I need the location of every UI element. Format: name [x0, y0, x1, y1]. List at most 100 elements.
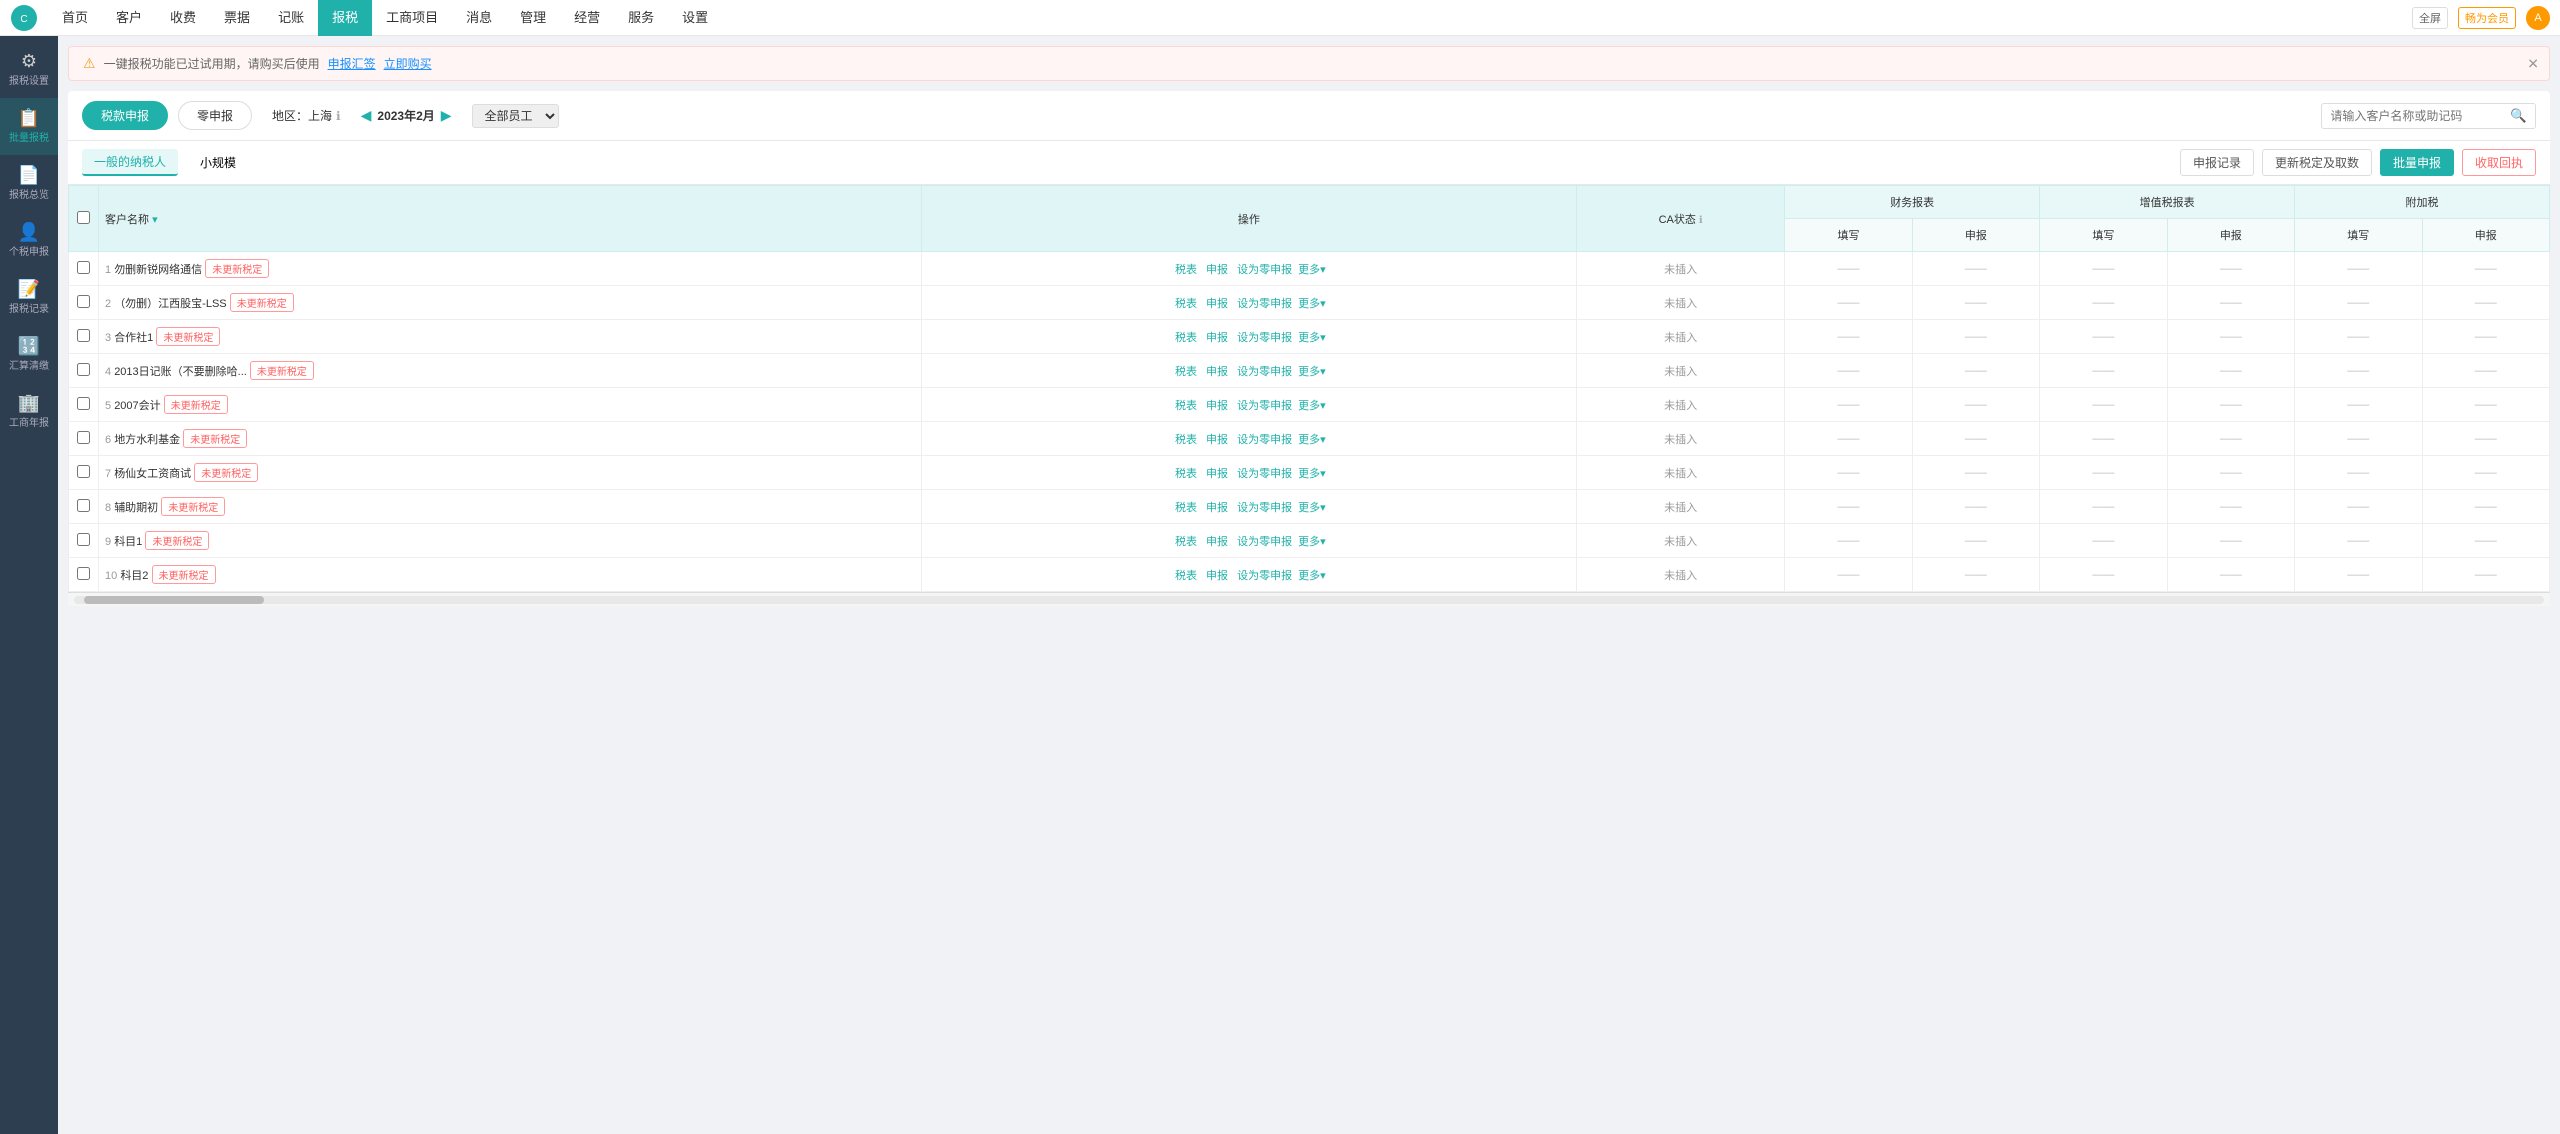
fullscreen-button[interactable]: 全屏 — [2412, 7, 2448, 29]
op-link-设为零申报[interactable]: 设为零申报 — [1237, 434, 1292, 446]
next-date-button[interactable]: ▶ — [441, 107, 452, 124]
op-link-税表[interactable]: 税表 — [1175, 434, 1197, 446]
op-link-申报[interactable]: 申报 — [1206, 502, 1228, 514]
more-link[interactable]: 更多▾ — [1298, 332, 1326, 344]
vat-fill-cell: —— — [2040, 558, 2167, 592]
op-link-申报[interactable]: 申报 — [1206, 332, 1228, 344]
nav-item-报税[interactable]: 报税 — [318, 0, 372, 36]
more-link[interactable]: 更多▾ — [1298, 298, 1326, 310]
row-checkbox-6[interactable] — [77, 465, 90, 478]
nav-item-管理[interactable]: 管理 — [506, 0, 560, 36]
tab-tax-declare[interactable]: 税款申报 — [82, 101, 168, 130]
more-link[interactable]: 更多▾ — [1298, 502, 1326, 514]
nav-item-收费[interactable]: 收费 — [156, 0, 210, 36]
op-link-申报[interactable]: 申报 — [1206, 434, 1228, 446]
sidebar-item-3[interactable]: 👤个税申报 — [0, 212, 58, 269]
op-link-税表[interactable]: 税表 — [1175, 298, 1197, 310]
select-all-checkbox[interactable] — [77, 211, 90, 224]
banner-link-report[interactable]: 申报汇签 — [328, 55, 376, 72]
nav-item-设置[interactable]: 设置 — [668, 0, 722, 36]
staff-select[interactable]: 全部员工 — [472, 104, 559, 128]
nav-item-首页[interactable]: 首页 — [48, 0, 102, 36]
sidebar-item-1[interactable]: 📋批量报税 — [0, 98, 58, 155]
nav-item-消息[interactable]: 消息 — [452, 0, 506, 36]
row-checkbox-4[interactable] — [77, 397, 90, 410]
more-link[interactable]: 更多▾ — [1298, 264, 1326, 276]
status-tag: 未更新税定 — [145, 531, 209, 550]
op-link-申报[interactable]: 申报 — [1206, 264, 1228, 276]
more-link[interactable]: 更多▾ — [1298, 434, 1326, 446]
sidebar-item-2[interactable]: 📄报税总览 — [0, 155, 58, 212]
tab-general-taxpayer[interactable]: 一般的纳税人 — [82, 149, 178, 176]
op-link-设为零申报[interactable]: 设为零申报 — [1237, 264, 1292, 276]
update-tax-button[interactable]: 更新税定及取数 — [2262, 149, 2372, 176]
row-checkbox-3[interactable] — [77, 363, 90, 376]
banner-text: 一键报税功能已过试用期，请购买后使用 — [104, 55, 320, 72]
sort-icon[interactable]: ▾ — [152, 214, 158, 226]
op-link-设为零申报[interactable]: 设为零申报 — [1237, 298, 1292, 310]
row-checkbox-0[interactable] — [77, 261, 90, 274]
op-link-税表[interactable]: 税表 — [1175, 332, 1197, 344]
op-link-设为零申报[interactable]: 设为零申报 — [1237, 332, 1292, 344]
op-link-税表[interactable]: 税表 — [1175, 366, 1197, 378]
batch-declare-button[interactable]: 批量申报 — [2380, 149, 2454, 176]
search-input[interactable] — [2322, 105, 2502, 127]
nav-item-记账[interactable]: 记账 — [264, 0, 318, 36]
finance-declare-cell: —— — [1912, 354, 2039, 388]
info-icon[interactable]: ℹ — [336, 109, 341, 123]
op-link-税表[interactable]: 税表 — [1175, 502, 1197, 514]
op-link-申报[interactable]: 申报 — [1206, 570, 1228, 582]
search-button[interactable]: 🔍 — [2502, 104, 2535, 128]
prev-date-button[interactable]: ◀ — [361, 107, 372, 124]
row-checkbox-8[interactable] — [77, 533, 90, 546]
nav-item-客户[interactable]: 客户 — [102, 0, 156, 36]
declare-record-button[interactable]: 申报记录 — [2180, 149, 2254, 176]
op-link-申报[interactable]: 申报 — [1206, 400, 1228, 412]
op-link-税表[interactable]: 税表 — [1175, 264, 1197, 276]
op-link-申报[interactable]: 申报 — [1206, 468, 1228, 480]
op-link-税表[interactable]: 税表 — [1175, 400, 1197, 412]
sidebar-item-6[interactable]: 🏢工商年报 — [0, 383, 58, 440]
op-link-设为零申报[interactable]: 设为零申报 — [1237, 400, 1292, 412]
more-link[interactable]: 更多▾ — [1298, 366, 1326, 378]
nav-item-工商项目[interactable]: 工商项目 — [372, 0, 452, 36]
row-checkbox-5[interactable] — [77, 431, 90, 444]
row-checkbox-2[interactable] — [77, 329, 90, 342]
more-link[interactable]: 更多▾ — [1298, 570, 1326, 582]
status-tag: 未更新税定 — [230, 293, 294, 312]
op-link-设为零申报[interactable]: 设为零申报 — [1237, 502, 1292, 514]
tab-small-scale[interactable]: 小规模 — [188, 150, 248, 175]
banner-link-buy[interactable]: 立即购买 — [384, 55, 432, 72]
op-link-设为零申报[interactable]: 设为零申报 — [1237, 570, 1292, 582]
row-number: 1 — [105, 264, 111, 276]
more-link[interactable]: 更多▾ — [1298, 400, 1326, 412]
row-checkbox-9[interactable] — [77, 567, 90, 580]
scrollbar-thumb[interactable] — [84, 596, 264, 604]
horizontal-scrollbar[interactable] — [68, 592, 2550, 606]
op-link-申报[interactable]: 申报 — [1206, 366, 1228, 378]
row-checkbox-1[interactable] — [77, 295, 90, 308]
sidebar-item-5[interactable]: 🔢汇算清缴 — [0, 326, 58, 383]
more-link[interactable]: 更多▾ — [1298, 468, 1326, 480]
op-link-设为零申报[interactable]: 设为零申报 — [1237, 536, 1292, 548]
finance-fill-cell: —— — [1785, 320, 1912, 354]
row-checkbox-7[interactable] — [77, 499, 90, 512]
op-link-税表[interactable]: 税表 — [1175, 468, 1197, 480]
op-link-设为零申报[interactable]: 设为零申报 — [1237, 366, 1292, 378]
nav-item-票据[interactable]: 票据 — [210, 0, 264, 36]
op-link-设为零申报[interactable]: 设为零申报 — [1237, 468, 1292, 480]
vip-button[interactable]: 畅为会员 — [2458, 7, 2516, 29]
sidebar-item-0[interactable]: ⚙报税设置 — [0, 41, 58, 98]
op-link-申报[interactable]: 申报 — [1206, 536, 1228, 548]
op-link-申报[interactable]: 申报 — [1206, 298, 1228, 310]
op-link-税表[interactable]: 税表 — [1175, 536, 1197, 548]
op-link-税表[interactable]: 税表 — [1175, 570, 1197, 582]
nav-item-服务[interactable]: 服务 — [614, 0, 668, 36]
collect-receipt-button[interactable]: 收取回执 — [2462, 149, 2536, 176]
vat-declare-cell: —— — [2167, 422, 2294, 456]
nav-item-经营[interactable]: 经营 — [560, 0, 614, 36]
tab-zero-declare[interactable]: 零申报 — [178, 101, 252, 130]
banner-close-button[interactable]: ✕ — [2527, 55, 2539, 72]
more-link[interactable]: 更多▾ — [1298, 536, 1326, 548]
sidebar-item-4[interactable]: 📝报税记录 — [0, 269, 58, 326]
